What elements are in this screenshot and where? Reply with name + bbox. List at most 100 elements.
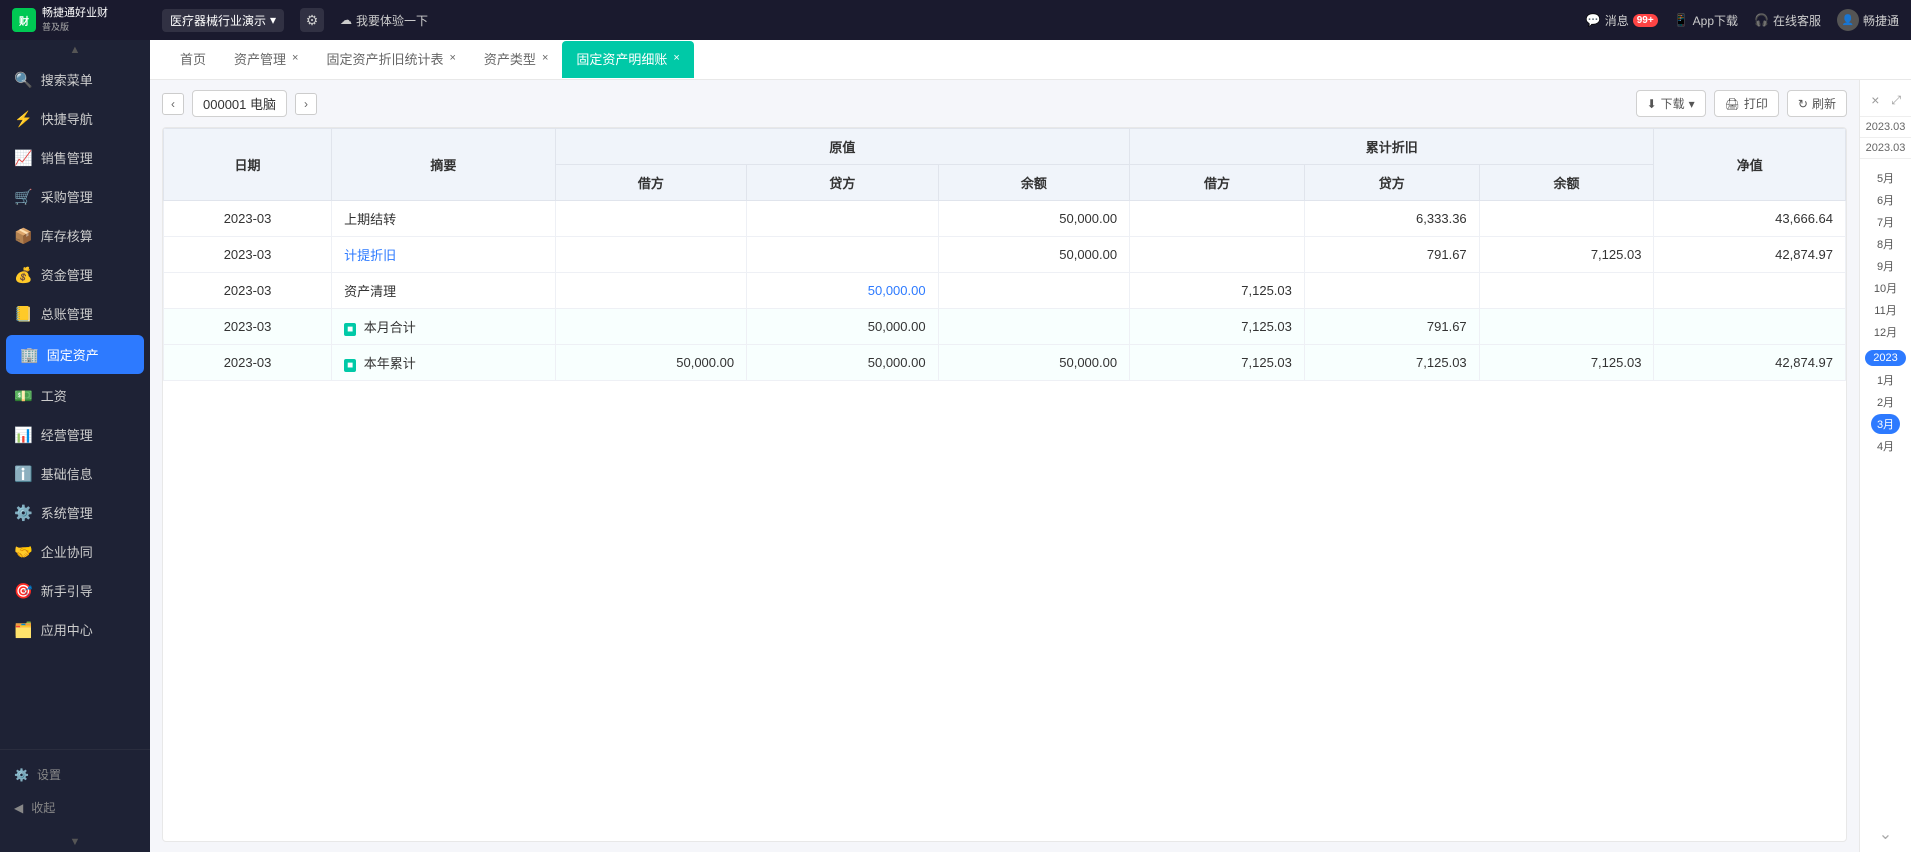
- row2-date: 2023-03: [164, 237, 332, 273]
- logo-icon: 财: [12, 8, 36, 32]
- timeline-month-7[interactable]: 7月: [1860, 211, 1911, 233]
- table-row: 2023-03 资产清理 50,000.00 7,125.03: [164, 273, 1846, 309]
- phone-icon: 📱: [1674, 13, 1689, 27]
- online-service-button[interactable]: 🎧 在线客服: [1754, 12, 1821, 29]
- row4-ov-debit: [555, 309, 747, 345]
- tab-close-asset-mgmt[interactable]: ×: [292, 53, 298, 64]
- row4-ov-credit: 50,000.00: [747, 309, 939, 345]
- experience-button[interactable]: ☁ 我要体验一下: [340, 12, 428, 29]
- timeline-month-10[interactable]: 10月: [1860, 277, 1911, 299]
- timeline-month-12[interactable]: 12月: [1860, 321, 1911, 343]
- row3-ov-credit: 50,000.00: [747, 273, 939, 309]
- timeline-month-3-active[interactable]: 3月: [1871, 414, 1900, 434]
- row4-ad-debit: 7,125.03: [1130, 309, 1305, 345]
- ledger-icon: 📒: [14, 305, 33, 323]
- app-download-button[interactable]: 📱 App下载: [1674, 12, 1738, 29]
- settings-icon: ⚙️: [14, 768, 29, 782]
- sidebar-item-enterprise[interactable]: 🤝 企业协同: [0, 532, 150, 571]
- row2-ov-credit: [747, 237, 939, 273]
- table-row: 2023-03 ■ 本年累计 50,000.00 50,000.00 50,00…: [164, 345, 1846, 381]
- row2-ad-debit: [1130, 237, 1305, 273]
- timeline-panel: × ⤢ 2023.03 2023.03 5月 6月 7月 8月 9月 10月 1…: [1859, 80, 1911, 852]
- tab-home[interactable]: 首页: [166, 41, 220, 78]
- guide-icon: 🎯: [14, 582, 33, 600]
- company-selector[interactable]: 医疗器械行业演示 ▾: [162, 9, 284, 32]
- timeline-month-9[interactable]: 9月: [1860, 255, 1911, 277]
- message-button[interactable]: 💬 消息 99+: [1586, 12, 1658, 29]
- sidebar-item-purchase[interactable]: 🛒 采购管理: [0, 177, 150, 216]
- prev-asset-button[interactable]: ‹: [162, 93, 184, 115]
- sidebar-item-inventory[interactable]: 📦 库存核算: [0, 216, 150, 255]
- tab-close-asset-detail[interactable]: ×: [673, 53, 679, 64]
- col-original-value: 原值: [555, 129, 1130, 165]
- sidebar-item-ledger[interactable]: 📒 总账管理: [0, 294, 150, 333]
- sidebar-item-app-center[interactable]: 🗂️ 应用中心: [0, 610, 150, 649]
- fixed-assets-icon: 🏢: [20, 346, 39, 364]
- timeline-month-1[interactable]: 1月: [1860, 369, 1911, 391]
- sidebar-scroll-down[interactable]: ▼: [0, 832, 150, 852]
- timeline-year-badge-2023: 2023: [1860, 347, 1911, 369]
- sidebar-item-sales[interactable]: 📈 销售管理: [0, 138, 150, 177]
- download-button[interactable]: ⬇ 下载 ▾: [1636, 90, 1706, 117]
- timeline-month-8[interactable]: 8月: [1860, 233, 1911, 255]
- row2-ov-balance: 50,000.00: [938, 237, 1130, 273]
- row4-ad-balance: [1479, 309, 1654, 345]
- timeline-close-button[interactable]: ×: [1867, 88, 1883, 112]
- tab-asset-type[interactable]: 资产类型 ×: [470, 41, 562, 78]
- user-menu[interactable]: 👤 畅捷通: [1837, 9, 1899, 31]
- col-date: 日期: [164, 129, 332, 201]
- tab-asset-detail[interactable]: 固定资产明细账 ×: [562, 41, 693, 78]
- refresh-icon: ↻: [1798, 97, 1808, 111]
- purchase-icon: 🛒: [14, 188, 33, 206]
- sidebar-item-operations[interactable]: 📊 经营管理: [0, 415, 150, 454]
- sidebar-item-system[interactable]: ⚙️ 系统管理: [0, 493, 150, 532]
- sidebar-item-funds[interactable]: 💰 资金管理: [0, 255, 150, 294]
- action-buttons: ⬇ 下载 ▾ 🖨 打印 ↻ 刷新: [1636, 90, 1847, 117]
- timeline-header-date1: 2023.03: [1860, 117, 1911, 138]
- row3-ad-debit: 7,125.03: [1130, 273, 1305, 309]
- row2-summary[interactable]: 计提折旧: [332, 237, 556, 273]
- sidebar-settings[interactable]: ⚙️ 设置: [0, 758, 150, 791]
- timeline-header-date2: 2023.03: [1860, 138, 1911, 159]
- row3-summary: 资产清理: [332, 273, 556, 309]
- sidebar-item-search[interactable]: 🔍 搜索菜单: [0, 60, 150, 99]
- timeline-expand-button[interactable]: ⤢: [1887, 89, 1905, 112]
- timeline-month-11[interactable]: 11月: [1860, 299, 1911, 321]
- next-asset-button[interactable]: ›: [295, 93, 317, 115]
- tab-depreciation-stats[interactable]: 固定资产折旧统计表 ×: [312, 41, 469, 78]
- refresh-button[interactable]: ↻ 刷新: [1787, 90, 1847, 117]
- timeline-scroll-down[interactable]: ⌄: [1875, 820, 1896, 848]
- company-settings-icon[interactable]: ⚙: [300, 8, 324, 32]
- col-net-value: 净值: [1654, 129, 1846, 201]
- sidebar-item-basic-info[interactable]: ℹ️ 基础信息: [0, 454, 150, 493]
- col-ad-debit: 借方: [1130, 165, 1305, 201]
- row3-ov-balance: [938, 273, 1130, 309]
- sidebar-collapse[interactable]: ◀ 收起: [0, 791, 150, 824]
- timeline-month-4[interactable]: 4月: [1860, 435, 1911, 457]
- row4-net-value: [1654, 309, 1846, 345]
- sidebar-scroll-up[interactable]: ▲: [0, 40, 150, 60]
- print-button[interactable]: 🖨 打印: [1714, 90, 1779, 117]
- tab-close-asset-type[interactable]: ×: [542, 53, 548, 64]
- search-icon: 🔍: [14, 71, 33, 89]
- collapse-icon: ◀: [14, 801, 23, 815]
- row1-ad-balance: [1479, 201, 1654, 237]
- timeline-month-2[interactable]: 2月: [1860, 391, 1911, 413]
- tab-asset-mgmt[interactable]: 资产管理 ×: [220, 41, 312, 78]
- timeline-month-5[interactable]: 5月: [1860, 167, 1911, 189]
- sidebar-item-salary[interactable]: 💵 工资: [0, 376, 150, 415]
- dropdown-arrow-icon: ▾: [270, 13, 276, 27]
- asset-nav: ‹ 000001 电脑 › ⬇ 下载 ▾: [162, 90, 1847, 117]
- left-content: ‹ 000001 电脑 › ⬇ 下载 ▾: [150, 80, 1859, 852]
- row5-ov-credit: 50,000.00: [747, 345, 939, 381]
- timeline-month-6[interactable]: 6月: [1860, 189, 1911, 211]
- print-icon: 🖨: [1725, 97, 1740, 111]
- col-ov-credit: 贷方: [747, 165, 939, 201]
- row5-ad-balance: 7,125.03: [1479, 345, 1654, 381]
- sidebar-item-fixed-assets[interactable]: 🏢 固定资产: [6, 335, 144, 374]
- tab-close-depreciation[interactable]: ×: [449, 53, 455, 64]
- sidebar-item-guide[interactable]: 🎯 新手引导: [0, 571, 150, 610]
- main-content: ‹ 000001 电脑 › ⬇ 下载 ▾: [150, 80, 1911, 852]
- sidebar-item-quick-nav[interactable]: ⚡ 快捷导航: [0, 99, 150, 138]
- row5-date: 2023-03: [164, 345, 332, 381]
